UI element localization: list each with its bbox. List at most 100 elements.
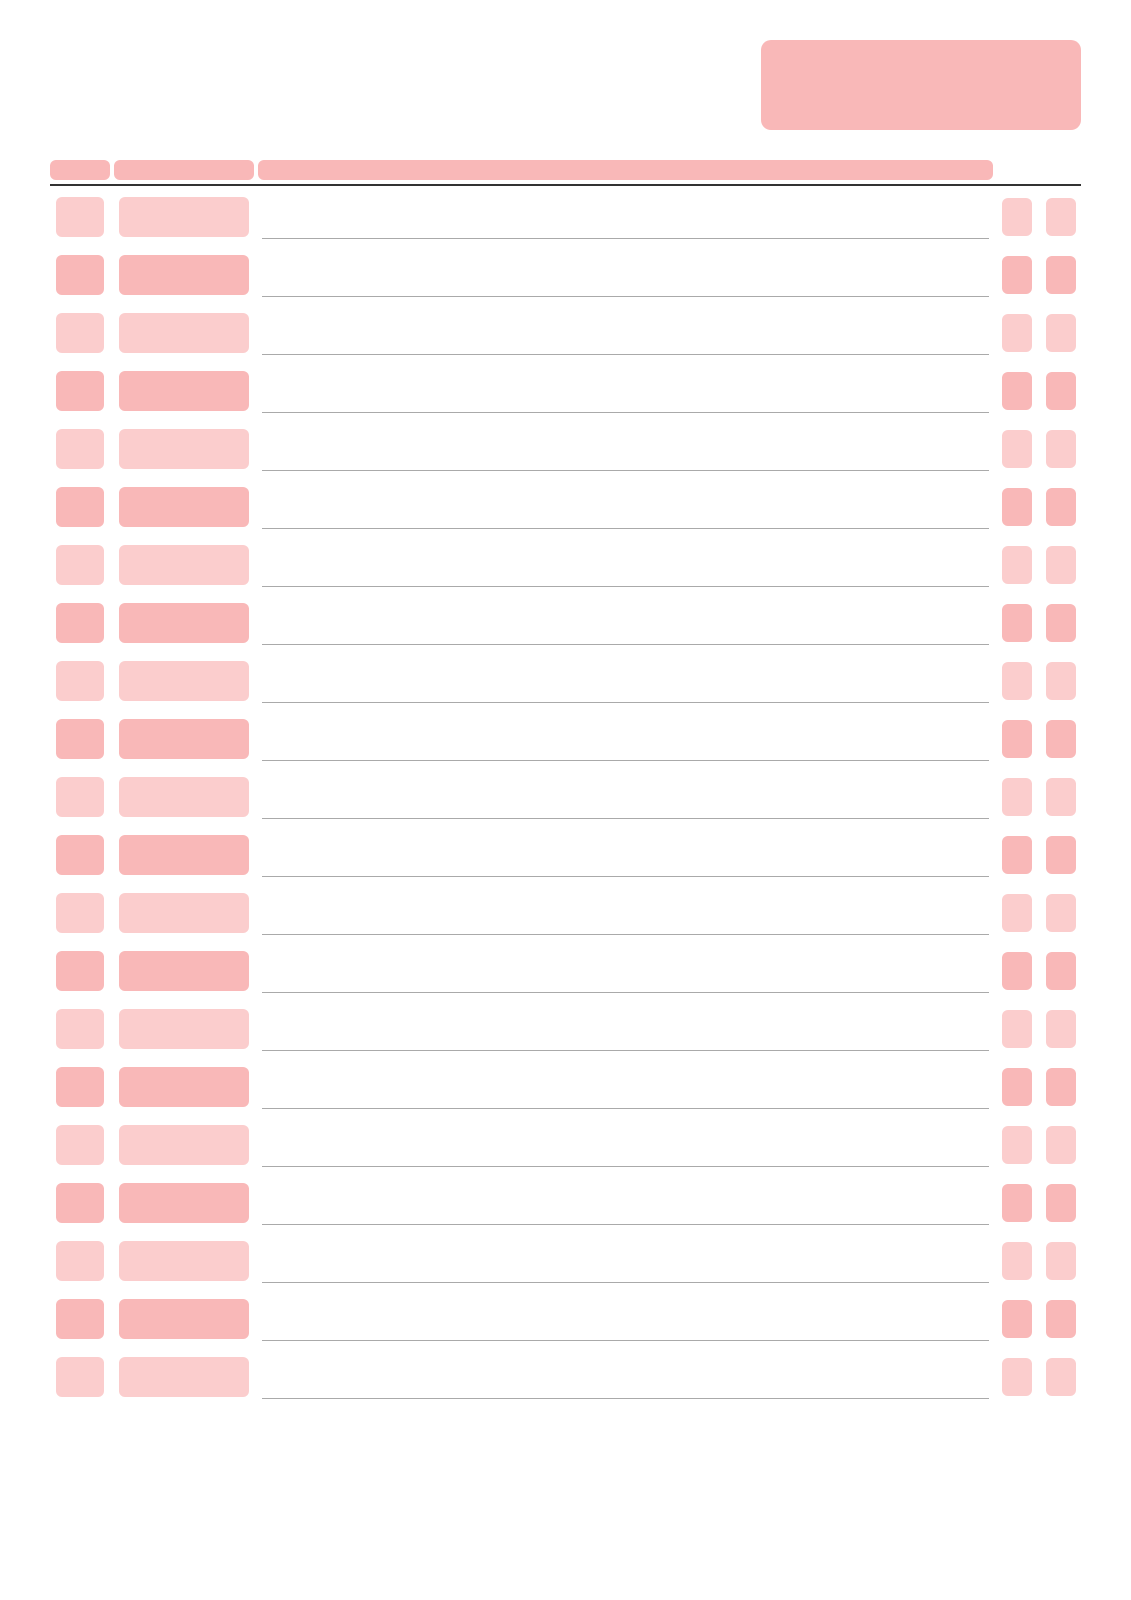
no-cell [50, 545, 110, 585]
check-box[interactable] [1002, 778, 1032, 816]
cross-box[interactable] [1046, 372, 1076, 410]
check-box[interactable] [1002, 604, 1032, 642]
table-row[interactable] [50, 594, 1081, 652]
cross-box[interactable] [1046, 430, 1076, 468]
check-box[interactable] [1002, 836, 1032, 874]
page-header [50, 40, 1081, 130]
date-box [119, 1241, 249, 1281]
cross-box[interactable] [1046, 604, 1076, 642]
todo-cell[interactable] [258, 771, 993, 823]
check-box[interactable] [1002, 314, 1032, 352]
table-row[interactable] [50, 1174, 1081, 1232]
todo-cell[interactable] [258, 481, 993, 533]
table-row[interactable] [50, 536, 1081, 594]
todo-cell[interactable] [258, 1177, 993, 1229]
cross-box[interactable] [1046, 1184, 1076, 1222]
table-row[interactable] [50, 1232, 1081, 1290]
check-box[interactable] [1002, 720, 1032, 758]
cross-box[interactable] [1046, 778, 1076, 816]
todo-cell[interactable] [258, 887, 993, 939]
check-box[interactable] [1002, 1300, 1032, 1338]
check-box[interactable] [1002, 952, 1032, 990]
cross-box[interactable] [1046, 1126, 1076, 1164]
cross-box[interactable] [1046, 1242, 1076, 1280]
month-box[interactable] [761, 40, 1081, 130]
todo-cell[interactable] [258, 423, 993, 475]
no-box [56, 429, 104, 469]
todo-cell[interactable] [258, 1061, 993, 1113]
no-box [56, 719, 104, 759]
table-row[interactable] [50, 362, 1081, 420]
todo-cell[interactable] [258, 1235, 993, 1287]
cross-box[interactable] [1046, 314, 1076, 352]
table-row[interactable] [50, 826, 1081, 884]
check-box[interactable] [1002, 430, 1032, 468]
cross-box[interactable] [1046, 546, 1076, 584]
check-box[interactable] [1002, 1126, 1032, 1164]
cross-box[interactable] [1046, 1300, 1076, 1338]
todo-cell[interactable] [258, 191, 993, 243]
no-box [56, 893, 104, 933]
date-cell [114, 313, 254, 353]
table-row[interactable] [50, 768, 1081, 826]
table-row[interactable] [50, 884, 1081, 942]
check-box[interactable] [1002, 894, 1032, 932]
check-box[interactable] [1002, 662, 1032, 700]
cross-box[interactable] [1046, 1010, 1076, 1048]
table-row[interactable] [50, 1348, 1081, 1406]
check-box[interactable] [1002, 1068, 1032, 1106]
todo-cell[interactable] [258, 1293, 993, 1345]
table-row[interactable] [50, 478, 1081, 536]
table-row[interactable] [50, 652, 1081, 710]
cross-box[interactable] [1046, 256, 1076, 294]
table-row[interactable] [50, 246, 1081, 304]
table-row[interactable] [50, 188, 1081, 246]
todo-cell[interactable] [258, 655, 993, 707]
check-box[interactable] [1002, 198, 1032, 236]
no-box [56, 1241, 104, 1281]
table-row[interactable] [50, 1000, 1081, 1058]
todo-cell[interactable] [258, 713, 993, 765]
table-row[interactable] [50, 420, 1081, 478]
check-box[interactable] [1002, 256, 1032, 294]
todo-cell[interactable] [258, 945, 993, 997]
todo-cell[interactable] [258, 1351, 993, 1403]
todo-cell[interactable] [258, 365, 993, 417]
no-cell [50, 951, 110, 991]
cross-box[interactable] [1046, 836, 1076, 874]
no-cell [50, 719, 110, 759]
check-box[interactable] [1002, 546, 1032, 584]
check-box[interactable] [1002, 1358, 1032, 1396]
table-row[interactable] [50, 942, 1081, 1000]
cross-box[interactable] [1046, 1358, 1076, 1396]
table-row[interactable] [50, 1290, 1081, 1348]
date-cell [114, 777, 254, 817]
check-box[interactable] [1002, 488, 1032, 526]
cross-box[interactable] [1046, 198, 1076, 236]
todo-cell[interactable] [258, 249, 993, 301]
cross-box[interactable] [1046, 720, 1076, 758]
cross-cell [1041, 778, 1081, 816]
table-row[interactable] [50, 710, 1081, 768]
table-row[interactable] [50, 304, 1081, 362]
check-box[interactable] [1002, 372, 1032, 410]
date-box [119, 1067, 249, 1107]
todo-cell[interactable] [258, 539, 993, 591]
cross-box[interactable] [1046, 952, 1076, 990]
check-box[interactable] [1002, 1184, 1032, 1222]
todo-cell[interactable] [258, 1119, 993, 1171]
check-box[interactable] [1002, 1010, 1032, 1048]
todo-cell[interactable] [258, 829, 993, 881]
todo-cell[interactable] [258, 307, 993, 359]
todo-cell[interactable] [258, 597, 993, 649]
todo-line [262, 702, 989, 703]
table-row[interactable] [50, 1116, 1081, 1174]
cross-box[interactable] [1046, 662, 1076, 700]
cross-box[interactable] [1046, 894, 1076, 932]
todo-cell[interactable] [258, 1003, 993, 1055]
cross-box[interactable] [1046, 1068, 1076, 1106]
table-row[interactable] [50, 1058, 1081, 1116]
cross-box[interactable] [1046, 488, 1076, 526]
no-box [56, 1299, 104, 1339]
check-box[interactable] [1002, 1242, 1032, 1280]
